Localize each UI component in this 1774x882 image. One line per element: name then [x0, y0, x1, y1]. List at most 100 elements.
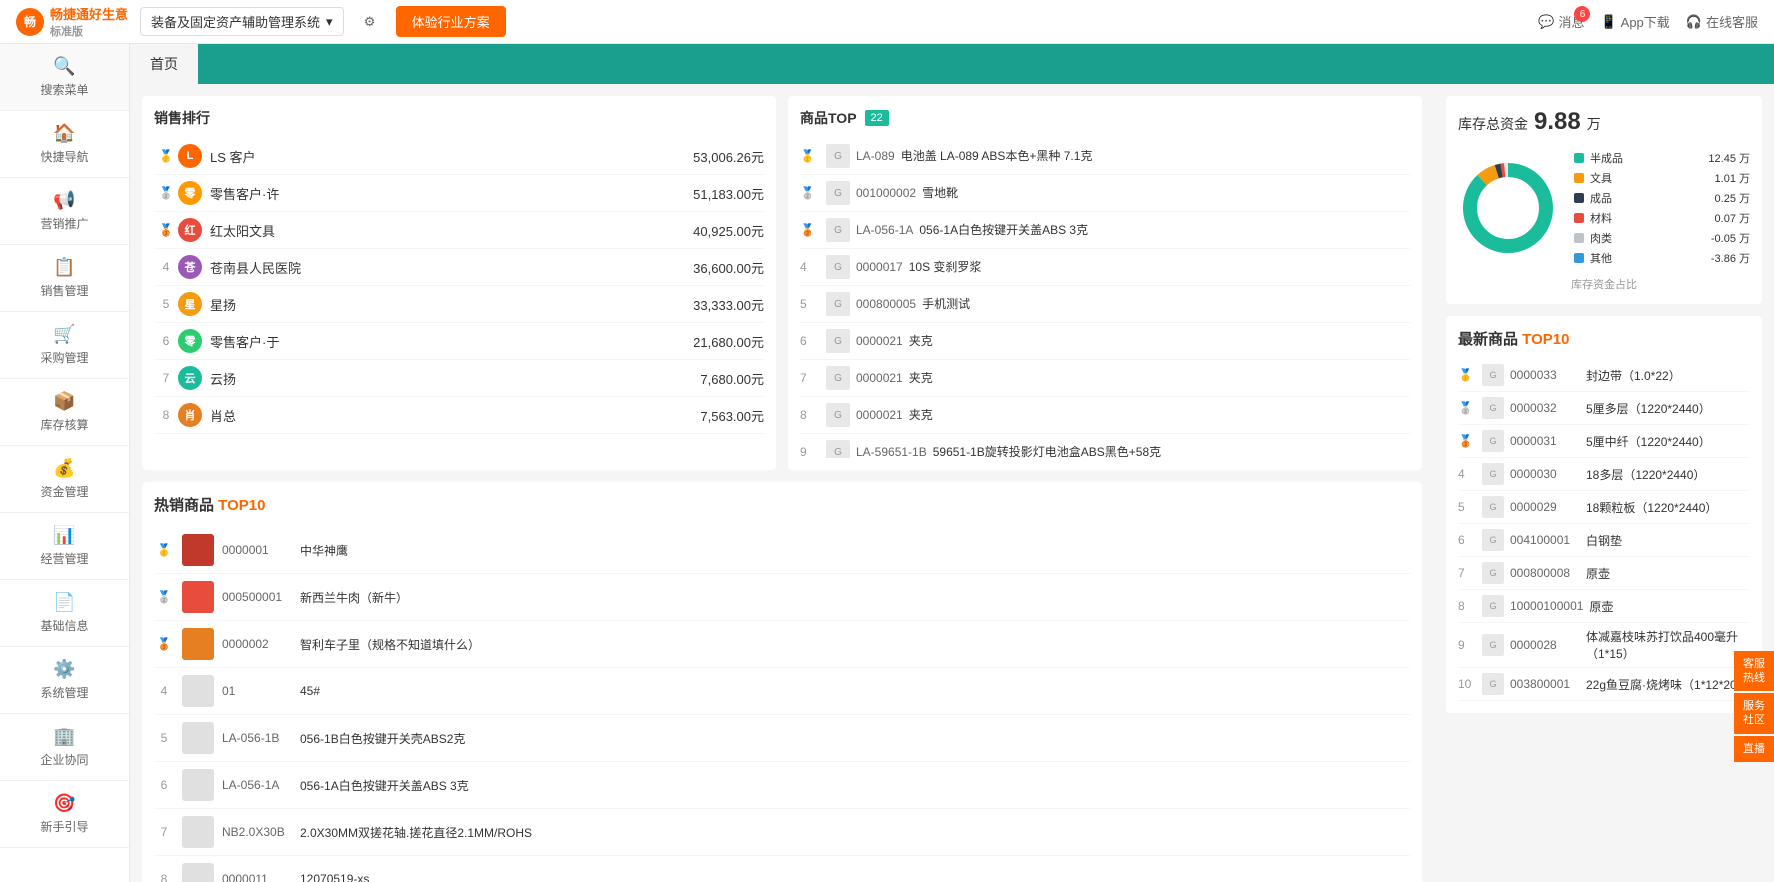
product-thumbnail: G: [826, 144, 850, 168]
legend-item: 成品 0.25 万: [1574, 188, 1750, 208]
customer-service-button[interactable]: 客服热线: [1734, 651, 1774, 692]
product-thumbnail: G: [826, 218, 850, 242]
table-row: 8 肖 肖总 7,563.00元: [154, 397, 764, 434]
rank-badge: 零: [178, 181, 202, 205]
product-thumbnail: G: [1482, 529, 1504, 551]
list-item: 🥇 G 0000033 封边带（1.0*22）: [1458, 359, 1750, 392]
product-thumbnail: G: [1482, 562, 1504, 584]
list-item: 6 G 0000021夹克: [800, 323, 1410, 360]
product-thumbnail: G: [1482, 430, 1504, 452]
right-panel: 库存总资金 9.88 万: [1434, 84, 1774, 882]
list-item: 6 LA-056-1A 056-1A白色按键开关盖ABS 3克: [154, 762, 1410, 809]
table-row: 🥈 零 零售客户·许 51,183.00元: [154, 175, 764, 212]
brand-icon: 畅: [16, 8, 44, 36]
sidebar-item-guide[interactable]: 🎯 新手引导: [0, 781, 129, 848]
list-item: 7 G 000800008 原壶: [1458, 557, 1750, 590]
sales-icon: 📋: [53, 257, 75, 278]
table-row: 7 云 云扬 7,680.00元: [154, 360, 764, 397]
inventory-icon: 📦: [53, 391, 75, 412]
sidebar-item-sales[interactable]: 📋 销售管理: [0, 245, 129, 312]
list-item: 7 NB2.0X30B 2.0X30MM双搓花轴.搓花直径2.1MM/ROHS: [154, 809, 1410, 856]
sidebar-item-marketing[interactable]: 📢 营销推广: [0, 178, 129, 245]
product-thumbnail: G: [826, 329, 850, 353]
inventory-header: 库存总资金 9.88 万: [1458, 108, 1750, 136]
online-service-button[interactable]: 🎧 在线客服: [1686, 12, 1758, 31]
list-item: 8 G 0000021夹克: [800, 397, 1410, 434]
sidebar: 🔍 搜索菜单 🏠 快捷导航 📢 营销推广 📋 销售管理 🛒 采购管理 📦 库存核…: [0, 44, 130, 882]
list-item: 4 G 0000030 18多层（1220*2440）: [1458, 458, 1750, 491]
table-row: 6 零 零售客户·于 21,680.00元: [154, 323, 764, 360]
header-left: 畅 畅捷通好生意 标准版 装备及固定资产辅助管理系统 ▾ ⚙ 体验行业方案: [16, 4, 506, 39]
product-thumbnail: G: [1482, 595, 1504, 617]
system-selector[interactable]: 装备及固定资产辅助管理系统 ▾: [140, 7, 344, 36]
list-item: 6 G 004100001 白钢垫: [1458, 524, 1750, 557]
marketing-icon: 📢: [53, 190, 75, 211]
top-sold-list: 🥇 G LA-089电池盖 LA-089 ABS本色+黑种 7.1克 🥈 G 0…: [800, 138, 1410, 458]
product-thumbnail: G: [826, 366, 850, 390]
hot-products-title: 热销商品 TOP10: [154, 494, 1410, 515]
operation-icon: 📊: [53, 525, 75, 546]
list-item: 🥉 G 0000031 5厘中纤（1220*2440）: [1458, 425, 1750, 458]
list-item: 5 G 0000029 18颗粒板（1220*2440）: [1458, 491, 1750, 524]
list-item: 9 G LA-59651-1B59651-1B旋转投影灯电池盒ABS黑色+58克: [800, 434, 1410, 458]
top-section: 销售排行 🥇 L LS 客户 53,006.26元 🥈 零: [142, 96, 1422, 470]
legend-item: 肉类 -0.05 万: [1574, 228, 1750, 248]
left-middle-panel: 销售排行 🥇 L LS 客户 53,006.26元 🥈 零: [130, 84, 1434, 882]
new-products-list: 🥇 G 0000033 封边带（1.0*22） 🥈 G 0000032 5厘多层…: [1458, 359, 1750, 701]
new-products-card: 最新商品 TOP10 🥇 G 0000033 封边带（1.0*22） 🥈 G: [1446, 316, 1762, 713]
list-item: 8 G 10000100001 原壶: [1458, 590, 1750, 623]
try-button[interactable]: 体验行业方案: [396, 6, 506, 37]
guide-icon: 🎯: [53, 793, 75, 814]
tab-home[interactable]: 首页: [130, 44, 198, 84]
list-item: 🥇 0000001 中华神鹰: [154, 527, 1410, 574]
float-service: 客服热线 服务社区 直播: [1734, 651, 1774, 762]
product-thumbnail: G: [826, 181, 850, 205]
basic-icon: 📄: [53, 592, 75, 613]
hot-products-card: 热销商品 TOP10 🥇 0000001 中华神鹰 🥈 000500001: [142, 482, 1422, 882]
service-community-button[interactable]: 服务社区: [1734, 693, 1774, 734]
list-item: 5 LA-056-1B 056-1B白色按键开关壳ABS2克: [154, 715, 1410, 762]
inventory-chart-area: 半成品 12.45 万 文具 1.01 万 成品 0: [1458, 148, 1750, 268]
sidebar-item-search[interactable]: 🔍 搜索菜单: [0, 44, 129, 111]
system-icon: ⚙️: [53, 659, 75, 680]
table-row: 5 星 星扬 33,333.00元: [154, 286, 764, 323]
message-button[interactable]: 💬 消息 6: [1538, 12, 1584, 31]
sidebar-item-nav[interactable]: 🏠 快捷导航: [0, 111, 129, 178]
rank-badge: 云: [178, 366, 202, 390]
headset-icon: 🎧: [1686, 14, 1702, 30]
main-layout: 🔍 搜索菜单 🏠 快捷导航 📢 营销推广 📋 销售管理 🛒 采购管理 📦 库存核…: [0, 44, 1774, 882]
sidebar-item-system[interactable]: ⚙️ 系统管理: [0, 647, 129, 714]
rank-badge: 肖: [178, 403, 202, 427]
rank-badge: 红: [178, 218, 202, 242]
chevron-down-icon: ▾: [326, 14, 333, 30]
purchase-icon: 🛒: [53, 324, 75, 345]
phone-icon: 📱: [1600, 14, 1616, 30]
sidebar-item-operation[interactable]: 📊 经营管理: [0, 513, 129, 580]
sales-ranking-title: 销售排行: [154, 108, 764, 128]
top-header: 畅 畅捷通好生意 标准版 装备及固定资产辅助管理系统 ▾ ⚙ 体验行业方案 💬 …: [0, 0, 1774, 44]
top-sold-header: 商品TOP 22: [800, 108, 1410, 128]
live-stream-button[interactable]: 直播: [1734, 736, 1774, 762]
sidebar-item-finance[interactable]: 💰 资金管理: [0, 446, 129, 513]
settings-button[interactable]: ⚙: [356, 8, 384, 36]
home-icon: 🏠: [53, 123, 75, 144]
app-download-button[interactable]: 📱 App下载: [1600, 12, 1669, 31]
product-thumbnail: G: [1482, 364, 1504, 386]
list-item: 🥈 000500001 新西兰牛肉（新牛）: [154, 574, 1410, 621]
legend-item: 半成品 12.45 万: [1574, 148, 1750, 168]
sidebar-item-enterprise[interactable]: 🏢 企业协同: [0, 714, 129, 781]
sidebar-item-basic[interactable]: 📄 基础信息: [0, 580, 129, 647]
legend-item: 文具 1.01 万: [1574, 168, 1750, 188]
search-icon: 🔍: [53, 56, 75, 77]
finance-icon: 💰: [53, 458, 75, 479]
list-item: 7 G 0000021夹克: [800, 360, 1410, 397]
sidebar-item-inventory[interactable]: 📦 库存核算: [0, 379, 129, 446]
product-thumbnail: G: [1482, 496, 1504, 518]
product-thumbnail: G: [1482, 397, 1504, 419]
list-item: 🥈 G 001000002雪地靴: [800, 175, 1410, 212]
product-thumbnail: [182, 534, 214, 566]
product-thumbnail: G: [826, 255, 850, 279]
message-icon: 💬: [1538, 14, 1554, 30]
sidebar-item-purchase[interactable]: 🛒 采购管理: [0, 312, 129, 379]
list-item: 10 G 003800001 22g鱼豆腐·烧烤味（1*12*20）: [1458, 668, 1750, 701]
